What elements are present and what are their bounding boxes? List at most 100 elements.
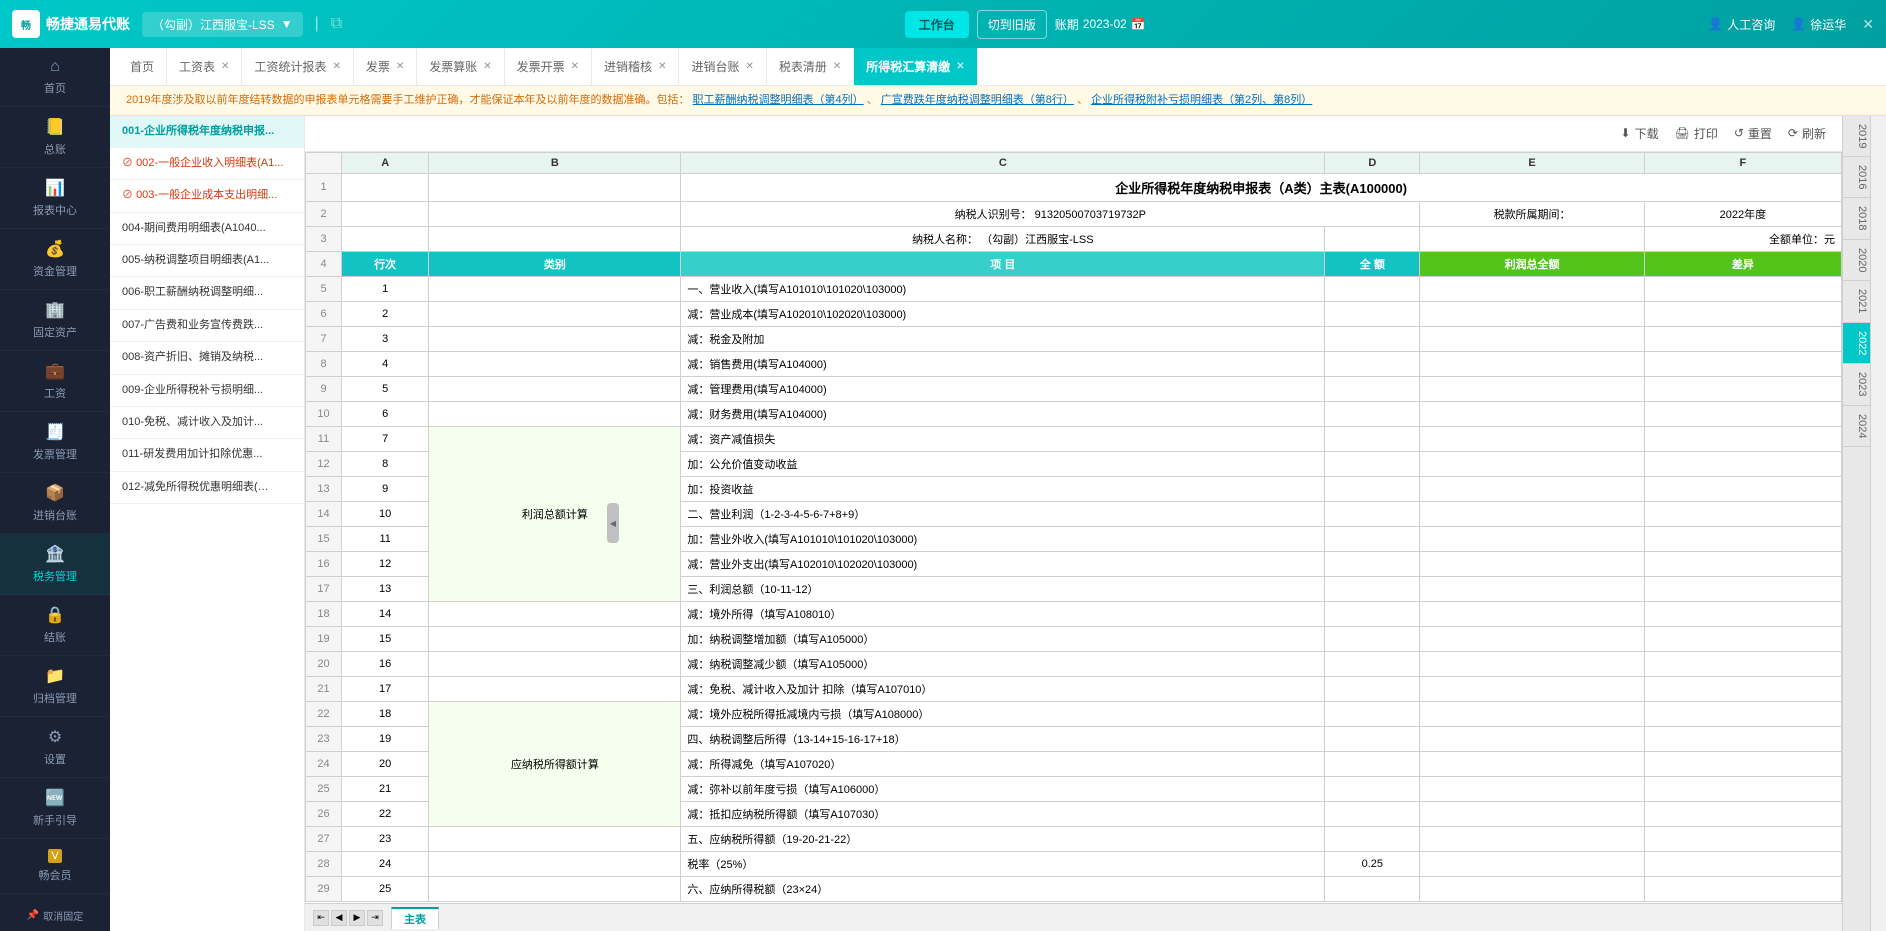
separator: | [315,15,319,33]
year-item-2016[interactable]: 2016 [1843,157,1870,198]
tab-purchase-check[interactable]: 进销稽核 ✕ [592,48,679,86]
col-header-rownum [306,152,342,173]
bottom-tab-main[interactable]: 主表 [391,907,439,929]
main-layout: ⌂ 首页 📒 总账 📊 报表中心 💰 资金管理 🏢 固定资产 💼 工资 🧾 发票… [0,48,1886,931]
ai-consultant[interactable]: 👤 人工咨询 [1708,16,1775,33]
tab-income-tax[interactable]: 所得税汇算清缴 ✕ [854,48,977,86]
tab-purchase-check-close[interactable]: ✕ [658,61,666,72]
year-item-2023[interactable]: 2023 [1843,364,1870,405]
sidebar-item-home[interactable]: ⌂ 首页 [0,48,110,107]
funds-icon: 💰 [45,239,65,259]
tab-purchase-ledger[interactable]: 进销台账 ✕ [679,48,766,86]
refresh-button[interactable]: ⟳ 刷新 [1788,125,1826,142]
tab-payroll-stats-label: 工资统计报表 [254,58,326,75]
menu-item-002[interactable]: 002-一般企业收入明细表(A1... [110,148,304,180]
sidebar-item-funds[interactable]: 💰 资金管理 [0,229,110,290]
sidebar-label-home: 首页 [44,80,66,96]
nav-first[interactable]: ⇤ [313,910,329,926]
sidebar-item-member[interactable]: V 畅会员 [0,839,110,894]
menu-item-010[interactable]: 010-免税、减计收入及加计... [110,407,304,439]
print-button[interactable]: 🖨 打印 [1675,125,1718,142]
col-header-b: B [429,152,681,173]
sidebar-item-invoices[interactable]: 🧾 发票管理 [0,412,110,473]
table-row-col-headers: 4 行次 类别 项 目 全 额 利润总全额 差异 [306,251,1842,276]
tab-payroll-close[interactable]: ✕ [221,61,229,72]
switch-version-button[interactable]: 切到旧版 [977,10,1047,39]
sidebar-label-ledger: 总账 [44,141,66,157]
sidebar-item-assets[interactable]: 🏢 固定资产 [0,290,110,351]
tab-home[interactable]: 首页 [118,48,167,86]
collapse-button[interactable]: ◀ [607,503,619,543]
sidebar-item-purchases[interactable]: 📦 进销台账 [0,473,110,534]
tab-invoices[interactable]: 发票 ✕ [354,48,417,86]
col-header-e: E [1420,152,1645,173]
workbench-button[interactable]: 工作台 [905,11,969,38]
pin-button[interactable]: 📌 取消固定 [0,900,110,931]
tab-payroll[interactable]: 工资表 ✕ [167,48,242,86]
right-year-panel: 2019 2016 2018 2020 2021 2022 2023 2024 [1842,116,1870,931]
sheet-nav-arrows: ⇤ ◀ ▶ ⇥ [313,910,383,926]
table-row: 27 23 五、应纳税所得额（19-20-21-22） [306,826,1842,851]
tab-payroll-stats-close[interactable]: ✕ [332,61,340,72]
sidebar-item-reports[interactable]: 📊 报表中心 [0,168,110,229]
period-info: 账期 2023-02 📅 [1055,16,1146,33]
tab-tax-return[interactable]: 税表清册 ✕ [767,48,854,86]
tab-payroll-label: 工资表 [179,58,215,75]
sidebar-label-member: 畅会员 [39,867,72,883]
tab-invoice-calc-close[interactable]: ✕ [483,61,491,72]
tab-invoice-open[interactable]: 发票开票 ✕ [505,48,592,86]
menu-item-009[interactable]: 009-企业所得税补亏损明细... [110,375,304,407]
year-item-2024[interactable]: 2024 [1843,406,1870,447]
sidebar-item-settings[interactable]: ⚙ 设置 [0,717,110,778]
menu-item-006[interactable]: 006-职工薪酬纳税调整明细... [110,277,304,309]
menu-item-011[interactable]: 011-研发费用加计扣除优惠... [110,439,304,471]
company-selector[interactable]: （勾副）江西服宝-LSS ▼ [142,12,303,37]
warning-link-1[interactable]: 职工薪酬纳税调整明细表（第4列） [693,94,864,106]
table-container[interactable]: A B C D E F 1 [305,152,1842,904]
tab-invoices-close[interactable]: ✕ [396,61,404,72]
sidebar-item-archive[interactable]: 📁 归档管理 [0,656,110,717]
spreadsheet-area: ⬇ 下载 🖨 打印 ↺ 重置 ⟳ 刷新 [305,116,1842,931]
warning-link-3[interactable]: 企业所得税附补亏损明细表（第2列、第8列） [1091,94,1312,106]
user-profile[interactable]: 👤 徐运华 [1791,16,1846,33]
year-item-2020[interactable]: 2020 [1843,240,1870,281]
tab-income-tax-close[interactable]: ✕ [956,61,964,72]
username: 徐运华 [1810,16,1846,33]
nav-next[interactable]: ▶ [349,910,365,926]
sidebar-item-payroll[interactable]: 💼 工资 [0,351,110,412]
sidebar-item-ledger[interactable]: 📒 总账 [0,107,110,168]
period-label: 账期 [1055,16,1079,33]
close-icon[interactable]: ✕ [1862,16,1874,33]
year-item-2018[interactable]: 2018 [1843,198,1870,239]
nav-prev[interactable]: ◀ [331,910,347,926]
download-button[interactable]: ⬇ 下载 [1621,125,1659,142]
nav-last[interactable]: ⇥ [367,910,383,926]
menu-item-001[interactable]: 001-企业所得税年度纳税申报... [110,116,304,148]
year-item-2022[interactable]: 2022 [1843,323,1870,364]
tab-tax-return-close[interactable]: ✕ [833,61,841,72]
menu-item-012[interactable]: 012-减免所得税优惠明细表(… [110,472,304,504]
sidebar: ⌂ 首页 📒 总账 📊 报表中心 💰 资金管理 🏢 固定资产 💼 工资 🧾 发票… [0,48,110,931]
member-icon: V [48,849,61,863]
menu-item-005[interactable]: 005-纳税调整项目明细表(A1... [110,245,304,277]
menu-item-008[interactable]: 008-资产折旧、摊销及纳税... [110,342,304,374]
col-header-c: C [681,152,1325,173]
ai-icon: 👤 [1708,17,1723,31]
year-item-2021[interactable]: 2021 [1843,281,1870,322]
tab-invoice-open-close[interactable]: ✕ [571,61,579,72]
menu-item-007[interactable]: 007-广告费和业务宣传费跌... [110,310,304,342]
warning-link-2[interactable]: 广宣费跌年度纳税调整明细表（第8行） [881,94,1074,106]
tab-purchase-ledger-close[interactable]: ✕ [745,61,753,72]
menu-item-003[interactable]: 003-一般企业成本支出明细... [110,180,304,212]
sidebar-item-tax[interactable]: 🏦 税务管理 [0,534,110,595]
menu-item-004[interactable]: 004-期间费用明细表(A1040... [110,213,304,245]
sidebar-item-closing[interactable]: 🔒 结账 [0,595,110,656]
tab-invoice-calc[interactable]: 发票算账 ✕ [417,48,504,86]
sidebar-item-guide[interactable]: 🆕 新手引导 [0,778,110,839]
reset-button[interactable]: ↺ 重置 [1734,125,1772,142]
table-row: 22 18 应纳税所得额计算 减：境外应税所得抵减境内亏损（填写A108000） [306,701,1842,726]
inner-layout: 001-企业所得税年度纳税申报... 002-一般企业收入明细表(A1... 0… [110,116,1886,931]
tab-payroll-stats[interactable]: 工资统计报表 ✕ [242,48,353,86]
spreadsheet-title: 企业所得税年度纳税申报表（A类）主表(A100000) [681,173,1842,201]
year-item-2019[interactable]: 2019 [1843,116,1870,157]
